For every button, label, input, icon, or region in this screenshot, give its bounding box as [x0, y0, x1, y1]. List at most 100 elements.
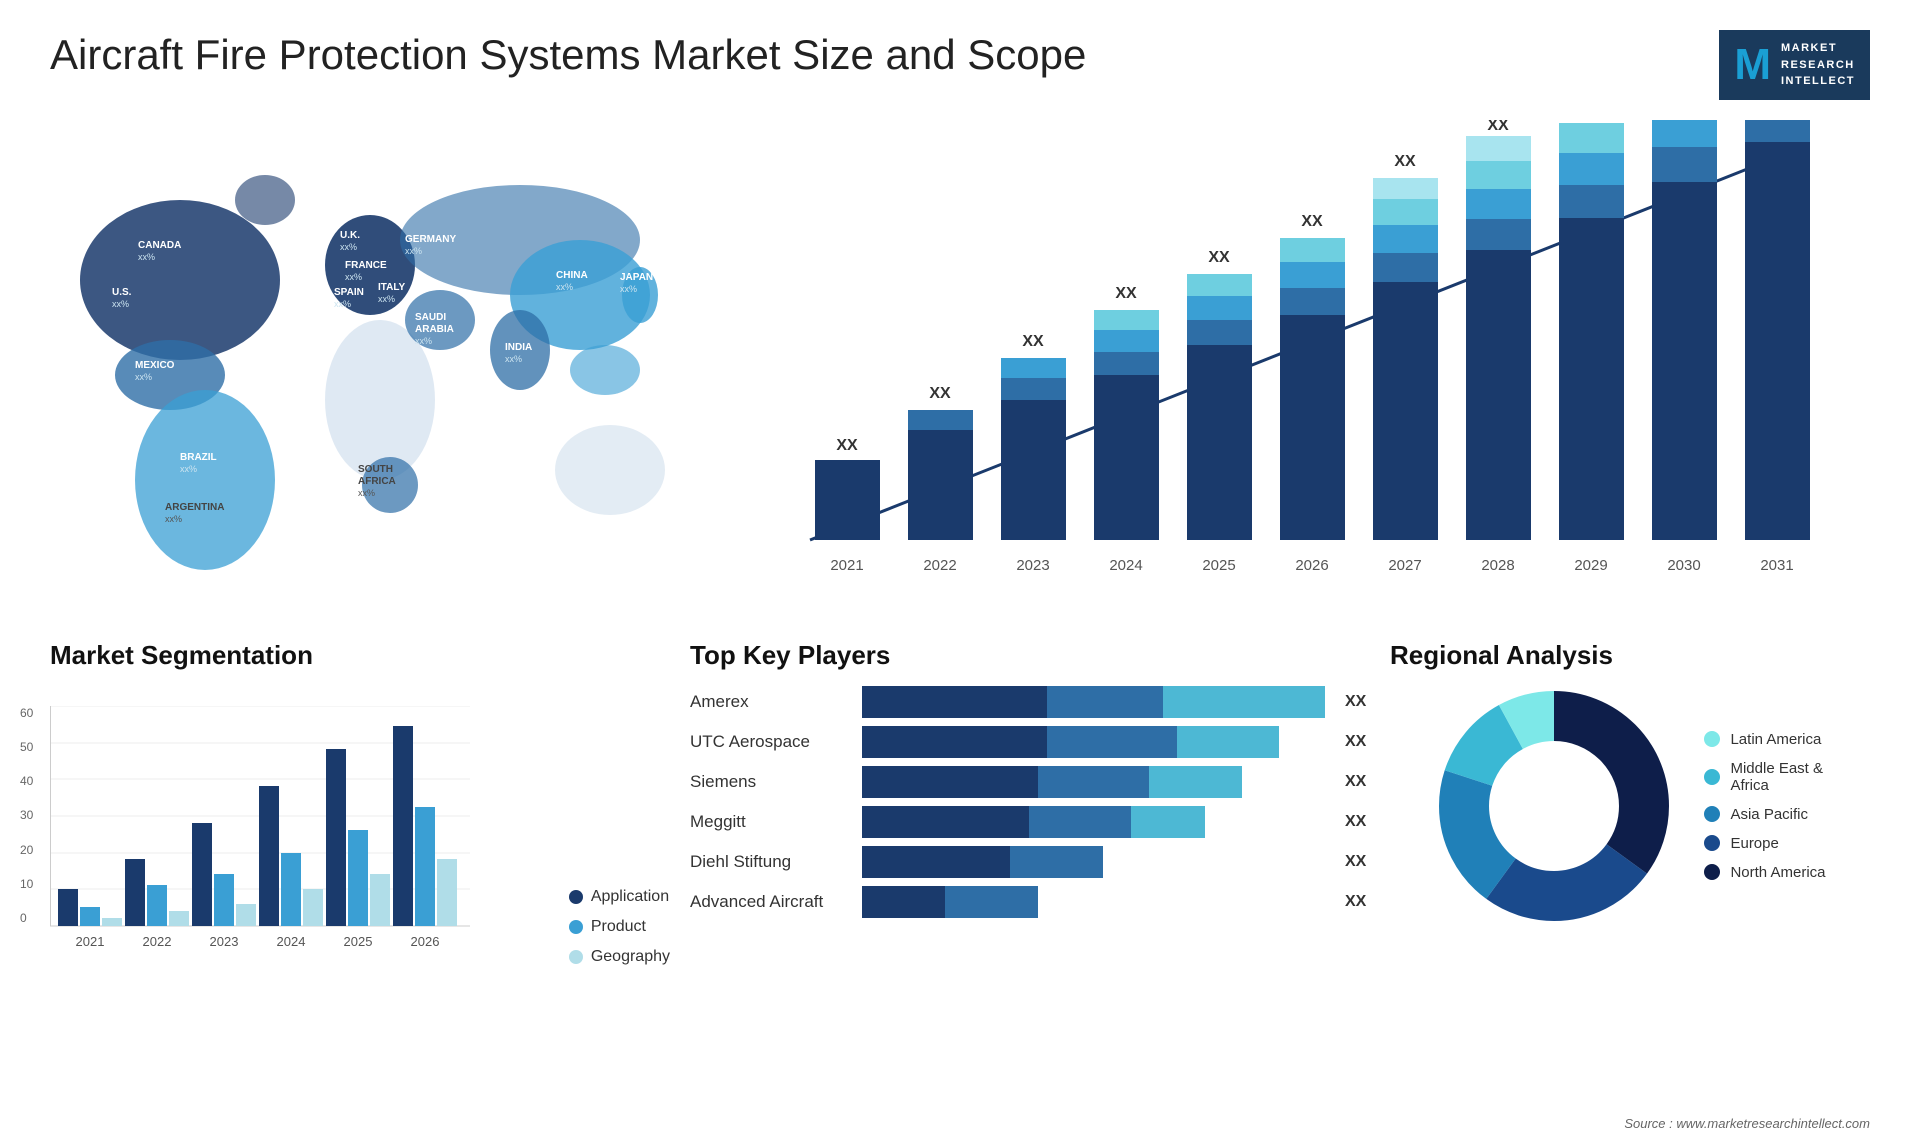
svg-text:SOUTH: SOUTH	[358, 464, 393, 475]
svg-text:2029: 2029	[1574, 557, 1607, 574]
svg-text:xx%: xx%	[358, 488, 375, 498]
svg-text:XX: XX	[1301, 213, 1323, 230]
svg-text:2028: 2028	[1481, 557, 1514, 574]
svg-text:GERMANY: GERMANY	[405, 234, 456, 245]
svg-text:INDIA: INDIA	[505, 342, 532, 353]
logo-m-letter: M	[1734, 43, 1771, 87]
players-section: Top Key Players Amerex XX UTC Aerospace	[690, 640, 1370, 990]
svg-text:SPAIN: SPAIN	[334, 287, 364, 298]
donut-area: Latin America Middle East &Africa Asia P…	[1390, 686, 1870, 926]
svg-text:xx%: xx%	[556, 282, 573, 292]
player-row-siemens: Siemens XX	[690, 766, 1370, 798]
bottom-sections: Market Segmentation 60 50 40 30 20 10 0	[50, 640, 1870, 990]
svg-text:xx%: xx%	[334, 299, 351, 309]
svg-text:FRANCE: FRANCE	[345, 260, 387, 271]
svg-text:XX: XX	[1115, 285, 1137, 302]
player-bar-siemens	[862, 766, 1325, 798]
svg-text:2023: 2023	[1016, 557, 1049, 574]
legend-geography: Geography	[569, 948, 670, 966]
regional-legend: Latin America Middle East &Africa Asia P…	[1704, 731, 1825, 881]
svg-text:MEXICO: MEXICO	[135, 360, 175, 371]
svg-text:2021: 2021	[76, 934, 105, 949]
segmentation-legend: Application Product Geography	[569, 888, 670, 966]
svg-text:ARGENTINA: ARGENTINA	[165, 502, 224, 513]
player-row-meggitt: Meggitt XX	[690, 806, 1370, 838]
player-row-utc: UTC Aerospace XX	[690, 726, 1370, 758]
dot-asia-pacific	[1704, 806, 1720, 822]
svg-text:xx%: xx%	[135, 372, 152, 382]
donut-chart-svg	[1434, 686, 1674, 926]
dot-north-america	[1704, 864, 1720, 880]
dot-middle-east-africa	[1704, 769, 1720, 785]
svg-text:xx%: xx%	[138, 252, 155, 262]
source-text: Source : www.marketresearchintellect.com	[1624, 1116, 1870, 1131]
svg-text:2030: 2030	[1667, 557, 1700, 574]
svg-text:XX: XX	[1022, 333, 1044, 350]
legend-north-america: North America	[1704, 864, 1825, 881]
player-bar-diehl	[862, 846, 1325, 878]
svg-text:XX: XX	[1208, 249, 1230, 266]
player-row-diehl: Diehl Stiftung XX	[690, 846, 1370, 878]
svg-text:2025: 2025	[344, 934, 373, 949]
world-map-svg: CANADA xx% U.S. xx% MEXICO xx% BRAZIL xx…	[50, 120, 700, 600]
legend-asia-pacific: Asia Pacific	[1704, 806, 1825, 823]
svg-text:xx%: xx%	[180, 464, 197, 474]
svg-text:2026: 2026	[411, 934, 440, 949]
legend-dot-geography	[569, 950, 583, 964]
legend-dot-product	[569, 920, 583, 934]
svg-text:2021: 2021	[830, 557, 863, 574]
svg-text:xx%: xx%	[415, 336, 432, 346]
legend-middle-east-africa: Middle East &Africa	[1704, 760, 1825, 794]
svg-text:2024: 2024	[1109, 557, 1142, 574]
svg-text:2022: 2022	[923, 557, 956, 574]
player-bar-amerex	[862, 686, 1325, 718]
logo: M MARKET RESEARCH INTELLECT	[1719, 30, 1870, 100]
dot-latin-america	[1704, 731, 1720, 747]
legend-latin-america: Latin America	[1704, 731, 1825, 748]
logo-text-block: MARKET RESEARCH INTELLECT	[1781, 40, 1855, 90]
svg-text:xx%: xx%	[405, 246, 422, 256]
player-row-amerex: Amerex XX	[690, 686, 1370, 718]
svg-text:U.K.: U.K.	[340, 230, 360, 241]
svg-text:XX: XX	[1487, 120, 1509, 134]
svg-text:ARABIA: ARABIA	[415, 324, 454, 335]
svg-text:JAPAN: JAPAN	[620, 272, 653, 283]
svg-text:xx%: xx%	[112, 299, 129, 309]
svg-text:2027: 2027	[1388, 557, 1421, 574]
svg-text:xx%: xx%	[340, 242, 357, 252]
svg-text:xx%: xx%	[505, 354, 522, 364]
svg-text:XX: XX	[929, 385, 951, 402]
svg-text:2024: 2024	[277, 934, 306, 949]
svg-text:2022: 2022	[143, 934, 172, 949]
bar-chart-svg: XX 2021 XX 2022 XX 2023 XX 2024	[730, 120, 1870, 600]
legend-europe: Europe	[1704, 835, 1825, 852]
player-bar-meggitt	[862, 806, 1325, 838]
player-bar-utc	[862, 726, 1325, 758]
svg-text:CANADA: CANADA	[138, 240, 181, 251]
svg-text:XX: XX	[836, 437, 858, 454]
header: Aircraft Fire Protection Systems Market …	[50, 30, 1870, 100]
svg-text:xx%: xx%	[165, 514, 182, 524]
dot-europe	[1704, 835, 1720, 851]
svg-text:SAUDI: SAUDI	[415, 312, 446, 323]
legend-application: Application	[569, 888, 670, 906]
svg-text:XX: XX	[1580, 120, 1602, 121]
svg-text:ITALY: ITALY	[378, 282, 406, 293]
svg-text:2026: 2026	[1295, 557, 1328, 574]
player-bar-advanced	[862, 886, 1325, 918]
svg-text:xx%: xx%	[378, 294, 395, 304]
svg-text:xx%: xx%	[620, 284, 637, 294]
svg-text:2031: 2031	[1760, 557, 1793, 574]
page-container: Aircraft Fire Protection Systems Market …	[0, 0, 1920, 1146]
segmentation-section: Market Segmentation 60 50 40 30 20 10 0	[50, 640, 670, 990]
bar-chart-section: XX 2021 XX 2022 XX 2023 XX 2024	[730, 120, 1870, 620]
players-title: Top Key Players	[690, 640, 1370, 671]
legend-dot-application	[569, 890, 583, 904]
map-section: CANADA xx% U.S. xx% MEXICO xx% BRAZIL xx…	[50, 120, 700, 620]
svg-text:xx%: xx%	[345, 272, 362, 282]
seg-chart-svg: 2021 2022 2023	[50, 706, 470, 966]
regional-title: Regional Analysis	[1390, 640, 1870, 671]
svg-text:CHINA: CHINA	[556, 270, 588, 281]
players-list: Amerex XX UTC Aerospace XX	[690, 686, 1370, 918]
legend-product: Product	[569, 918, 670, 936]
